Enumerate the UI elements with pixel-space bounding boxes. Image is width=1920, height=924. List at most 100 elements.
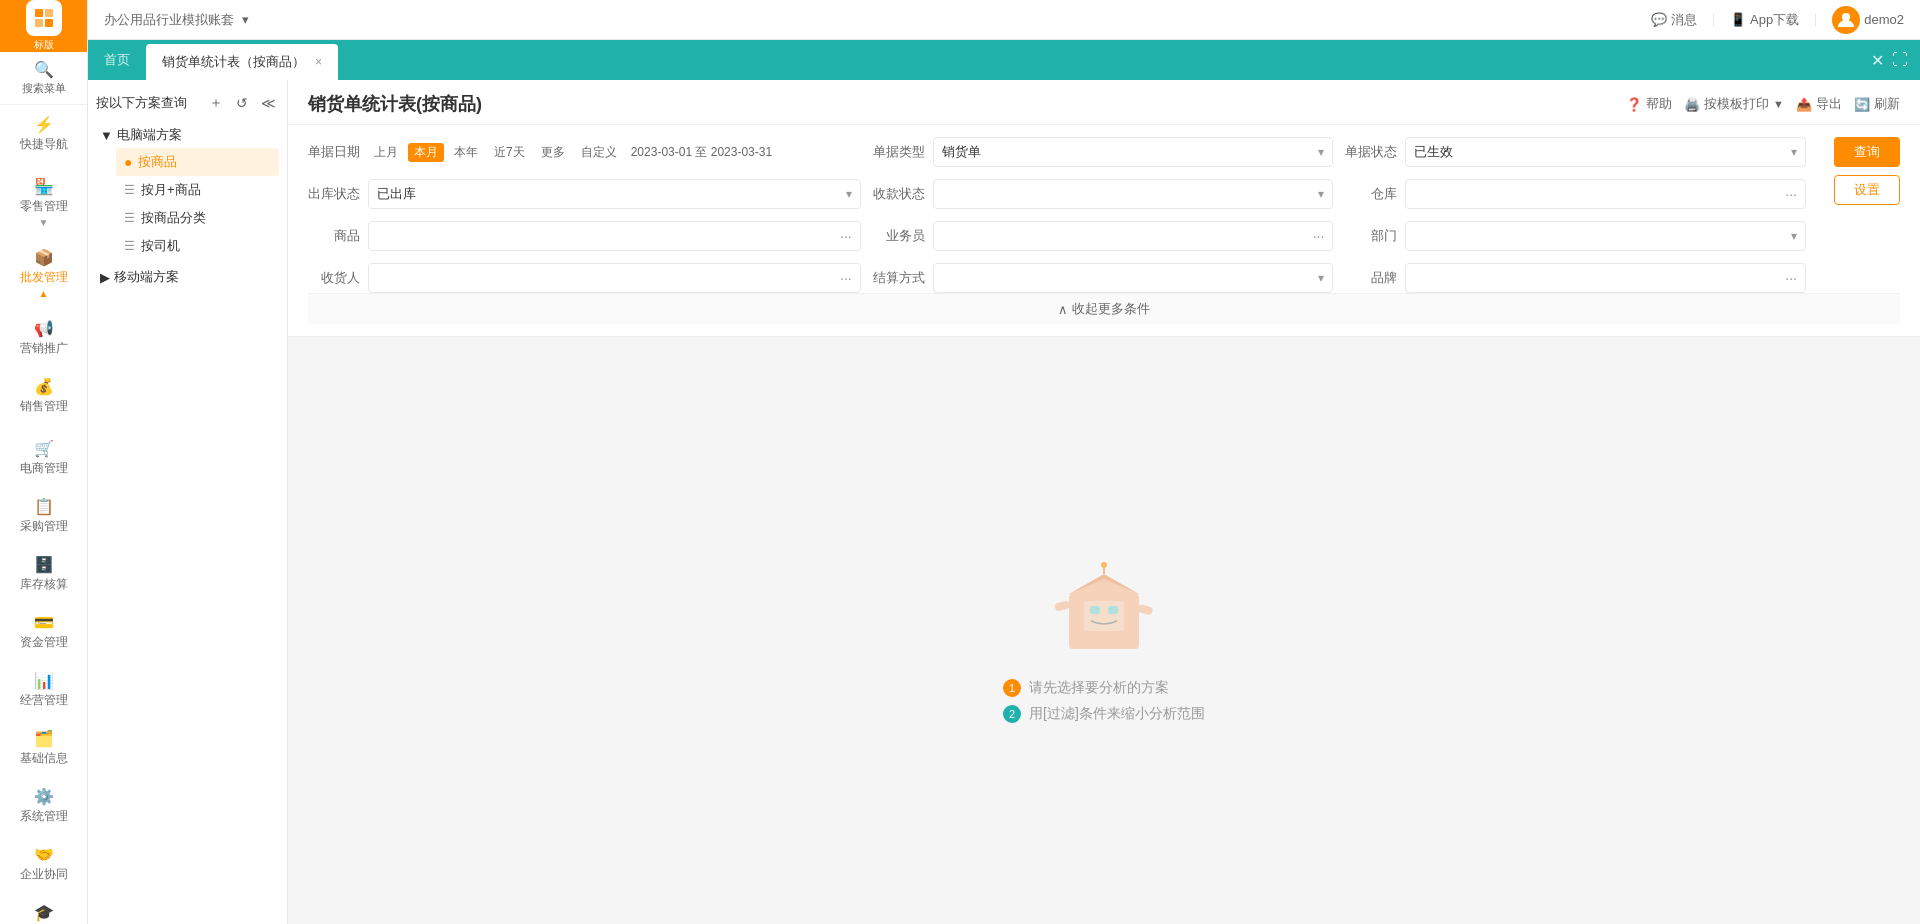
refresh-button[interactable]: 🔄 刷新 [1854,95,1900,113]
sidebar-item-label: 系统管理 [20,808,68,825]
sidebar-item-basic[interactable]: 🗂️ 基础信息 [0,719,87,777]
sidebar-item-inventory[interactable]: 🗄️ 库存核算 [0,545,87,603]
date-tag-more[interactable]: 更多 [535,143,571,162]
sidebar-item-ecommerce[interactable]: 🛒 电商管理 [0,429,87,487]
date-tag-last-month[interactable]: 上月 [368,143,404,162]
svg-rect-15 [1054,600,1071,612]
settings-button[interactable]: 设置 [1834,175,1900,205]
goods-active-icon: ● [124,154,132,170]
sidebar: 标版 🔍 搜索菜单 ⚡ 快捷导航 🏪 零售管理 ▼ 📦 批发管理 ▲ 📢 营销推… [0,0,88,924]
refresh-scheme-button[interactable]: ↺ [231,92,253,114]
goods-control[interactable]: ··· [368,221,861,251]
sidebar-item-operations[interactable]: 📊 经营管理 [0,661,87,719]
sidebar-item-label: 营销推广 [20,340,68,357]
doc-status-value: 已生效 [1414,143,1787,161]
sidebar-item-enterprise[interactable]: 🤝 企业协同 [0,835,87,893]
brand-control[interactable]: ··· [1405,263,1806,293]
payment-status-control[interactable]: ▾ [933,179,1334,209]
operations-icon: 📊 [34,671,54,690]
close-all-button[interactable]: ✕ [1871,51,1884,70]
staff-dots-icon[interactable]: ··· [1313,228,1325,244]
goods-dots-icon[interactable]: ··· [840,228,852,244]
tree-item-by-month-goods-label: 按月+商品 [141,181,201,199]
date-tag-this-month[interactable]: 本月 [408,143,444,162]
receiver-dots-icon[interactable]: ··· [840,270,852,286]
sidebar-item-label: 销售管理 [20,398,68,415]
sidebar-item-system[interactable]: ⚙️ 系统管理 [0,777,87,835]
dropdown-arrow-icon: ▾ [242,12,249,27]
doc-status-control[interactable]: 已生效 ▾ [1405,137,1806,167]
payment-method-control[interactable]: ▾ [933,263,1334,293]
date-tag-custom[interactable]: 自定义 [575,143,623,162]
warehouse-dots-icon[interactable]: ··· [1785,186,1797,202]
sidebar-item-marketing[interactable]: 📢 营销推广 [0,309,87,367]
dept-control[interactable]: ▾ [1405,221,1806,251]
sidebar-item-finance[interactable]: 💳 资金管理 [0,603,87,661]
empty-state: 1 请先选择要分析的方案 2 用[过滤]条件来缩小分析范围 [288,337,1920,924]
filter-warehouse-status: 出库状态 已出库 ▾ [308,179,861,209]
enterprise-icon: 🤝 [34,845,54,864]
sidebar-item-purchase[interactable]: 📋 采购管理 [0,487,87,545]
filter-row-3: 商品 ··· 业务员 ··· [308,221,1806,251]
help-button[interactable]: ❓ 帮助 [1626,95,1672,113]
warehouse-control[interactable]: ··· [1405,179,1806,209]
date-control[interactable]: 上月 本月 本年 近7天 更多 自定义 2023-03-01 至 2023-03… [368,137,861,167]
expand-button[interactable]: ⛶ [1892,51,1908,69]
export-label: 导出 [1816,95,1842,113]
filter-area: 单据日期 上月 本月 本年 近7天 更多 自定义 [288,125,1920,337]
tab-home-label: 首页 [104,51,130,69]
tree-section-mobile-header[interactable]: ▶ 移动端方案 [96,264,279,290]
doc-type-arrow-icon: ▾ [1318,145,1324,159]
tab-home[interactable]: 首页 [88,40,146,80]
date-tags: 上月 本月 本年 近7天 更多 自定义 [368,143,623,162]
sidebar-item-quicknav[interactable]: ⚡ 快捷导航 [0,105,87,163]
tree-item-by-goods[interactable]: ● 按商品 [116,148,279,176]
receiver-label: 收货人 [308,269,368,287]
doc-status-label: 单据状态 [1345,143,1405,161]
tree-item-by-month-goods[interactable]: ☰ 按月+商品 [116,176,279,204]
user-profile-button[interactable]: demo2 [1832,6,1904,34]
message-icon: 💬 [1651,12,1667,27]
message-button[interactable]: 💬 消息 [1651,11,1697,29]
print-button[interactable]: 🖨️ 按模板打印 ▼ [1684,95,1784,113]
svg-point-14 [1101,562,1107,568]
logo[interactable]: 标版 [0,0,87,52]
sidebar-item-retail[interactable]: 🏪 零售管理 ▼ [0,167,87,238]
sidebar-item-beginner[interactable]: 🎓 新手引导 [0,893,87,924]
add-scheme-button[interactable]: ＋ [205,92,227,114]
warehouse-label: 仓库 [1345,185,1405,203]
date-tag-this-year[interactable]: 本年 [448,143,484,162]
tab-active-label: 销货单统计表（按商品） [162,53,305,71]
brand-dots-icon[interactable]: ··· [1785,270,1797,286]
topbar-dropdown[interactable]: ▾ [242,12,249,27]
export-button[interactable]: 📤 导出 [1796,95,1842,113]
tree-item-by-goods-label: 按商品 [138,153,177,171]
sidebar-item-wholesale[interactable]: 📦 批发管理 ▲ [0,238,87,309]
doc-type-control[interactable]: 销货单 ▾ [933,137,1334,167]
sidebar-item-sales[interactable]: 💰 销售管理 [0,367,87,425]
tree-item-by-category[interactable]: ☰ 按商品分类 [116,204,279,232]
empty-tip-2: 2 用[过滤]条件来缩小分析范围 [1003,705,1205,723]
query-button[interactable]: 查询 [1834,137,1900,167]
warehouse-status-control[interactable]: 已出库 ▾ [368,179,861,209]
app-download-button[interactable]: 📱 App下载 [1730,11,1799,29]
date-tag-7days[interactable]: 近7天 [488,143,531,162]
tree-section-pc-header[interactable]: ▼ 电脑端方案 [96,122,279,148]
tab-close-icon[interactable]: × [315,55,322,69]
svg-point-4 [1842,13,1850,21]
logo-text: 标版 [34,38,54,52]
action-buttons: 查询 设置 [1834,137,1900,205]
sidebar-item-label: 资金管理 [20,634,68,651]
tab-active[interactable]: 销货单统计表（按商品） × [146,44,338,80]
sidebar-search[interactable]: 🔍 搜索菜单 [0,52,87,105]
goods-label: 商品 [308,227,368,245]
page-header-actions: ❓ 帮助 🖨️ 按模板打印 ▼ 📤 导出 🔄 刷新 [1626,95,1900,113]
left-panel-header: 按以下方案查询 ＋ ↺ ≪ [96,92,279,114]
tree-item-by-driver[interactable]: ☰ 按司机 [116,232,279,260]
collapse-panel-button[interactable]: ≪ [257,92,279,114]
app-download-label: App下载 [1750,11,1799,29]
receiver-control[interactable]: ··· [368,263,861,293]
staff-control[interactable]: ··· [933,221,1334,251]
collapse-bar[interactable]: ∧ 收起更多条件 [308,293,1900,324]
month-goods-icon: ☰ [124,183,135,197]
